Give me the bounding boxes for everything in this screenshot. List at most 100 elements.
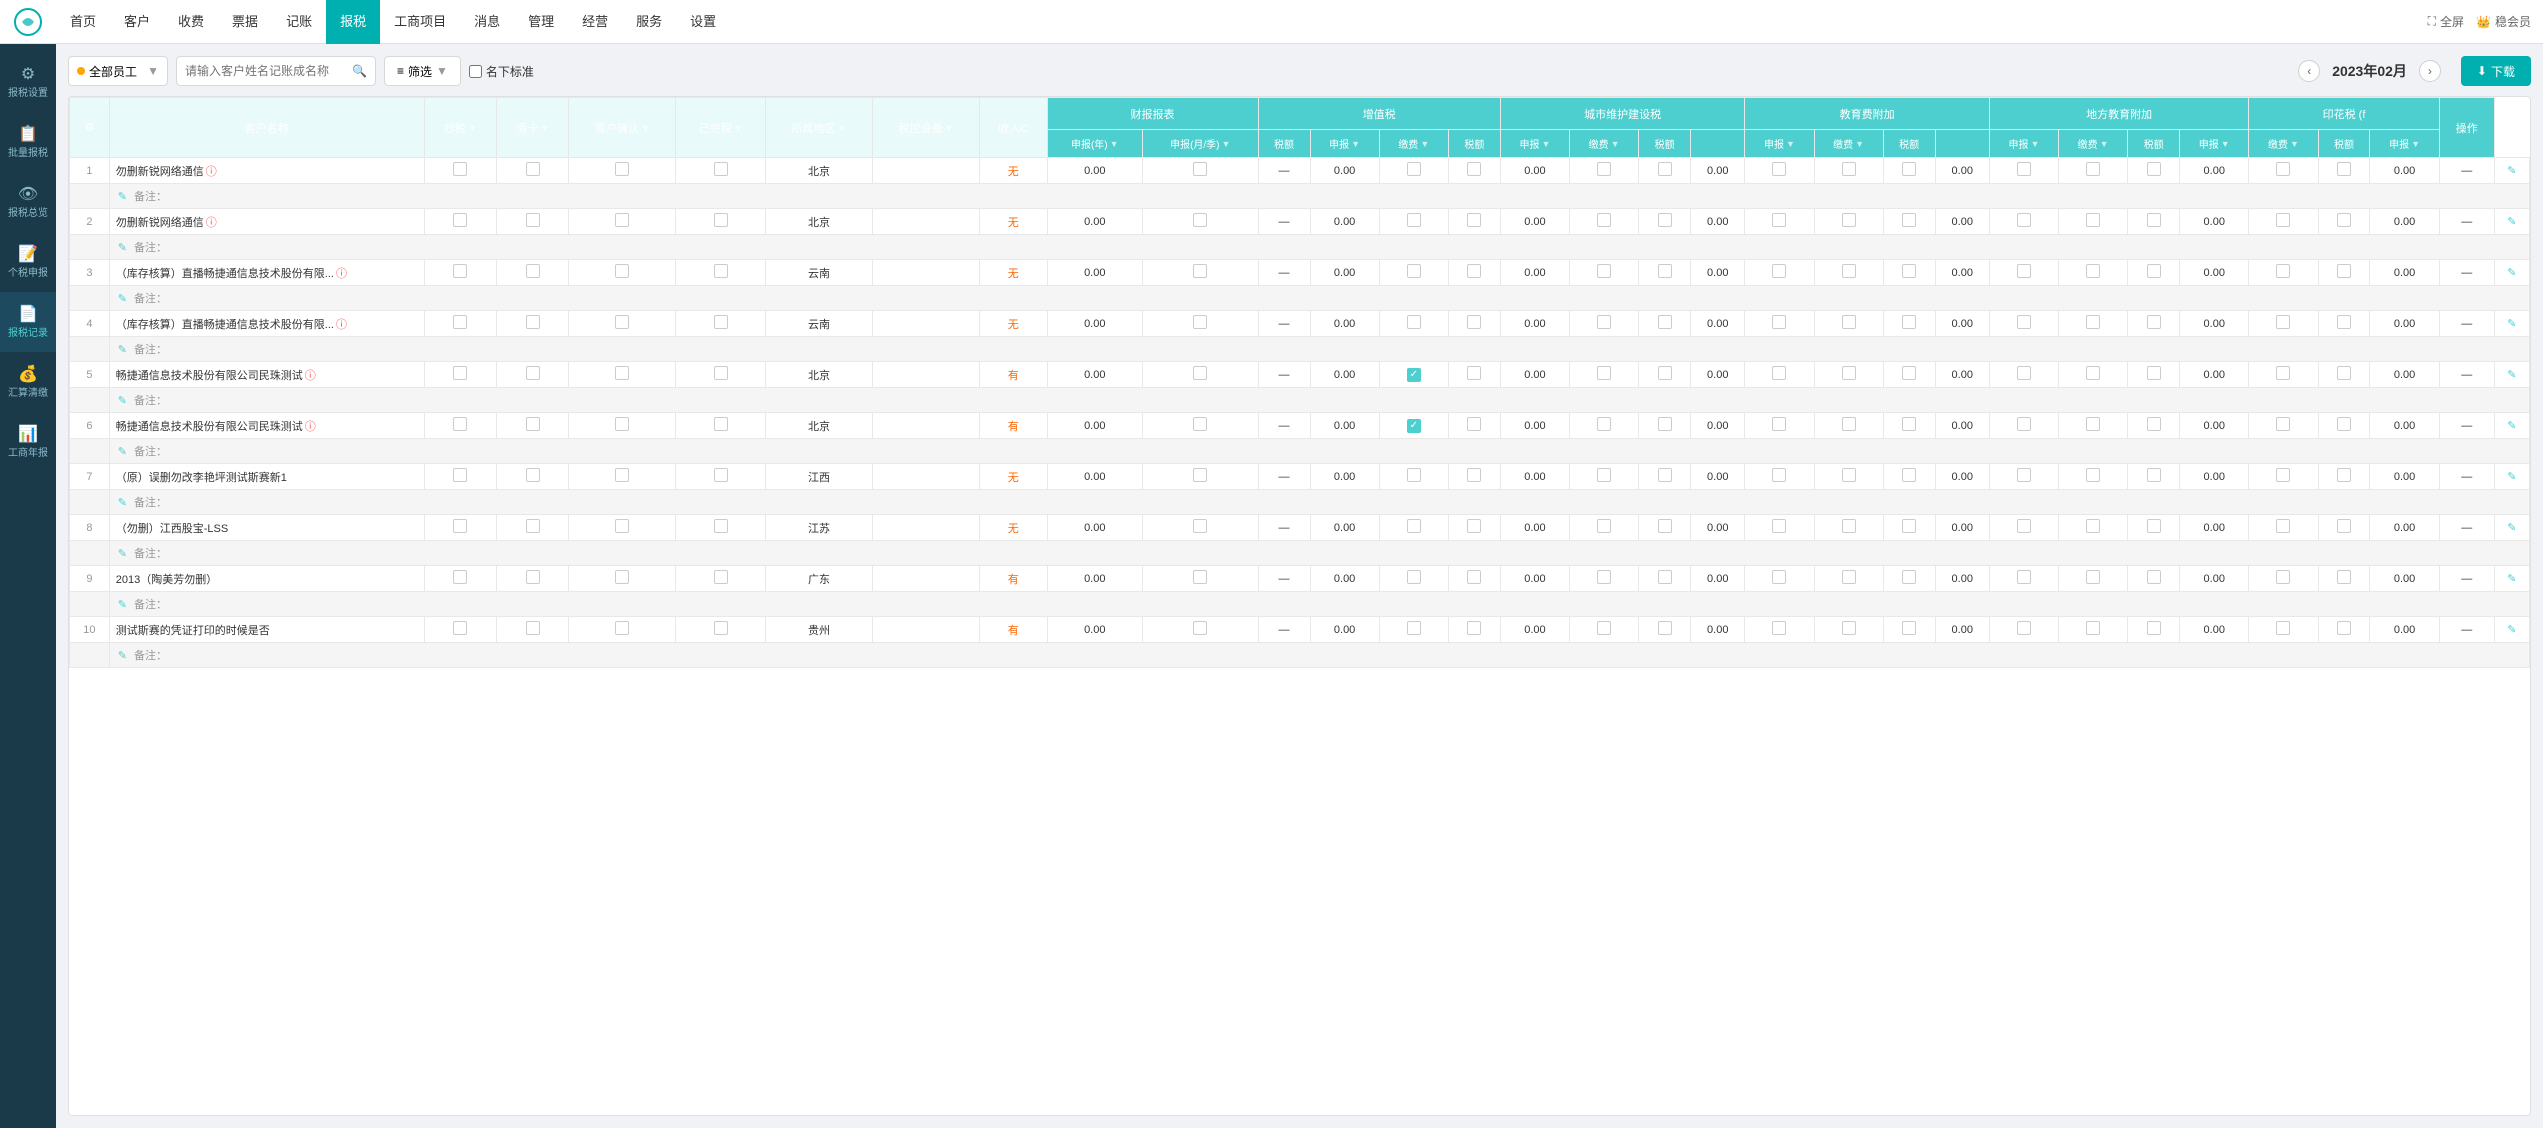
city-declare-check[interactable] <box>1597 468 1611 482</box>
named-checkbox[interactable] <box>469 65 482 78</box>
stamp-pay-check[interactable] <box>2337 315 2351 329</box>
city-declare-check[interactable] <box>1597 162 1611 176</box>
vat-pay-check[interactable] <box>1467 570 1481 584</box>
local-pay-check[interactable] <box>2147 519 2161 533</box>
edu-empty-check[interactable] <box>2017 417 2031 431</box>
remark-edit-icon[interactable]: ✎ <box>118 293 127 305</box>
nav-management[interactable]: 管理 <box>514 0 568 44</box>
city-empty-check[interactable] <box>1772 315 1786 329</box>
edu-empty-check[interactable] <box>2017 621 2031 635</box>
edu-pay-check[interactable] <box>1902 519 1916 533</box>
sidebar-item-tax-records[interactable]: 📄 报税记录 <box>0 292 56 352</box>
paid-tax-check[interactable] <box>714 366 728 380</box>
edu-pay-check[interactable] <box>1902 468 1916 482</box>
vat-pay-check[interactable] <box>1467 366 1481 380</box>
city-empty-check[interactable] <box>1772 621 1786 635</box>
edu-empty-check[interactable] <box>2017 213 2031 227</box>
remark-edit-icon[interactable]: ✎ <box>118 242 127 254</box>
vat-pay-check[interactable] <box>1467 519 1481 533</box>
nav-message[interactable]: 消息 <box>460 0 514 44</box>
tax-copy-check[interactable] <box>453 621 467 635</box>
local-declare-check[interactable] <box>2086 213 2100 227</box>
nav-home[interactable]: 首页 <box>56 0 110 44</box>
stamp-pay-check[interactable] <box>2337 468 2351 482</box>
edu-empty-check[interactable] <box>2017 570 2031 584</box>
sidebar-item-settlement[interactable]: 💰 汇算清缴 <box>0 352 56 412</box>
edu-pay-check[interactable] <box>1902 570 1916 584</box>
remark-edit-icon[interactable]: ✎ <box>118 497 127 509</box>
settings-icon[interactable]: ⚙ <box>84 122 94 134</box>
clear-card-check[interactable] <box>526 315 540 329</box>
edit-icon[interactable]: ✎ <box>2507 318 2516 330</box>
member-btn[interactable]: 👑 稳会员 <box>2476 13 2531 30</box>
city-declare-check[interactable] <box>1597 570 1611 584</box>
local-pay-check[interactable] <box>2147 213 2161 227</box>
search-input[interactable] <box>185 64 348 78</box>
vat-pay-check[interactable] <box>1467 162 1481 176</box>
edit-icon[interactable]: ✎ <box>2507 165 2516 177</box>
city-empty-check[interactable] <box>1772 570 1786 584</box>
annual-check[interactable] <box>1193 315 1207 329</box>
city-empty-check[interactable] <box>1772 417 1786 431</box>
paid-tax-check[interactable] <box>714 264 728 278</box>
local-declare-check[interactable] <box>2086 366 2100 380</box>
edu-empty-check[interactable] <box>2017 468 2031 482</box>
city-pay-check[interactable] <box>1658 264 1672 278</box>
vat-pay-check[interactable] <box>1467 213 1481 227</box>
edu-pay-check[interactable] <box>1902 417 1916 431</box>
clear-card-check[interactable] <box>526 570 540 584</box>
local-declare-check[interactable] <box>2086 315 2100 329</box>
edu-declare-check[interactable] <box>1842 162 1856 176</box>
sidebar-item-tax-settings[interactable]: ⚙ 报税设置 <box>0 52 56 112</box>
clear-card-check[interactable] <box>526 417 540 431</box>
nav-tax[interactable]: 报税 <box>326 0 380 44</box>
sidebar-item-personal-tax[interactable]: 📝 个税申报 <box>0 232 56 292</box>
edu-pay-check[interactable] <box>1902 213 1916 227</box>
city-declare-check[interactable] <box>1597 264 1611 278</box>
local-declare-check[interactable] <box>2086 519 2100 533</box>
local-declare-check[interactable] <box>2086 417 2100 431</box>
edu-pay-check[interactable] <box>1902 315 1916 329</box>
edu-declare-check[interactable] <box>1842 519 1856 533</box>
customer-confirm-check[interactable] <box>615 519 629 533</box>
remark-edit-icon[interactable]: ✎ <box>118 446 127 458</box>
local-declare-check[interactable] <box>2086 621 2100 635</box>
tax-copy-check[interactable] <box>453 417 467 431</box>
city-declare-check[interactable] <box>1597 519 1611 533</box>
edu-empty-check[interactable] <box>2017 519 2031 533</box>
edit-icon[interactable]: ✎ <box>2507 522 2516 534</box>
edu-declare-check[interactable] <box>1842 417 1856 431</box>
city-declare-check[interactable] <box>1597 315 1611 329</box>
clear-card-check[interactable] <box>526 264 540 278</box>
local-declare2-check[interactable] <box>2276 519 2290 533</box>
clear-card-check[interactable] <box>526 519 540 533</box>
edit-icon[interactable]: ✎ <box>2507 267 2516 279</box>
edit-icon[interactable]: ✎ <box>2507 369 2516 381</box>
city-pay-check[interactable] <box>1658 417 1672 431</box>
stamp-pay-check[interactable] <box>2337 417 2351 431</box>
city-pay-check[interactable] <box>1658 213 1672 227</box>
local-declare2-check[interactable] <box>2276 417 2290 431</box>
local-declare2-check[interactable] <box>2276 315 2290 329</box>
nav-business[interactable]: 工商项目 <box>380 0 460 44</box>
city-empty-check[interactable] <box>1772 366 1786 380</box>
nav-bookkeeping[interactable]: 记账 <box>272 0 326 44</box>
local-declare2-check[interactable] <box>2276 570 2290 584</box>
sidebar-item-annual-report[interactable]: 📊 工商年报 <box>0 412 56 472</box>
prev-month-button[interactable]: ‹ <box>2298 60 2320 82</box>
edu-empty-check[interactable] <box>2017 315 2031 329</box>
stamp-pay-check[interactable] <box>2337 264 2351 278</box>
filter-button[interactable]: ≡ 筛选 ▼ <box>384 56 461 86</box>
city-declare-check[interactable] <box>1597 417 1611 431</box>
stamp-pay-check[interactable] <box>2337 162 2351 176</box>
tax-copy-check[interactable] <box>453 570 467 584</box>
paid-tax-check[interactable] <box>714 417 728 431</box>
remark-edit-icon[interactable]: ✎ <box>118 395 127 407</box>
clear-card-check[interactable] <box>526 468 540 482</box>
paid-tax-check[interactable] <box>714 315 728 329</box>
tax-copy-check[interactable] <box>453 519 467 533</box>
edu-empty-check[interactable] <box>2017 366 2031 380</box>
edu-pay-check[interactable] <box>1902 366 1916 380</box>
customer-confirm-check[interactable] <box>615 468 629 482</box>
city-empty-check[interactable] <box>1772 468 1786 482</box>
